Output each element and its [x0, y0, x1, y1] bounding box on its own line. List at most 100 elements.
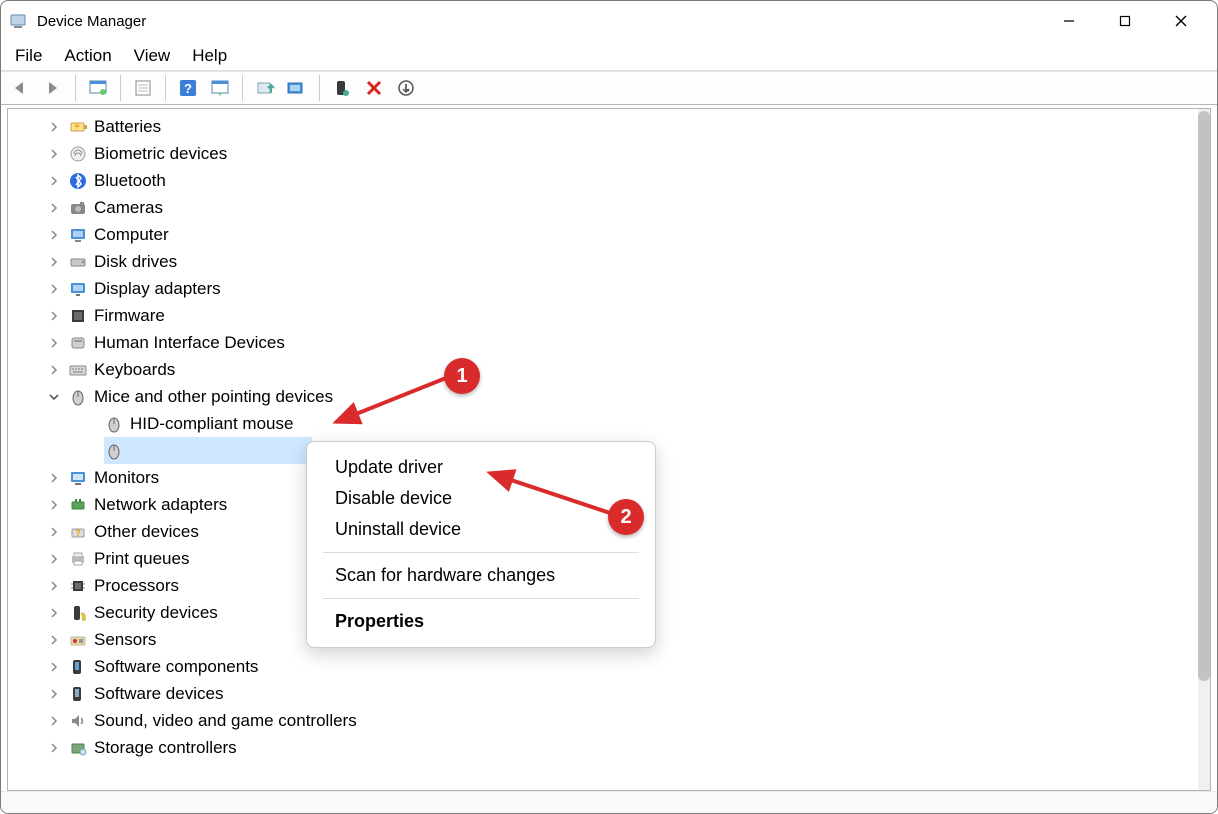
tree-child-item[interactable]: HID-compliant mouse	[8, 410, 1198, 437]
tree-item[interactable]: Cameras	[8, 194, 1198, 221]
chevron-right-icon[interactable]	[46, 524, 62, 540]
update-driver-button[interactable]	[251, 74, 279, 102]
titlebar: Device Manager	[1, 1, 1217, 41]
chevron-right-icon[interactable]	[46, 740, 62, 756]
chevron-right-icon[interactable]	[46, 497, 62, 513]
security-icon	[68, 603, 88, 623]
tree-item-label: Computer	[94, 221, 169, 248]
tree-item-label: Sound, video and game controllers	[94, 707, 357, 734]
swdev-icon	[68, 684, 88, 704]
chevron-right-icon[interactable]	[46, 308, 62, 324]
annotation-callout-2: 2	[608, 499, 644, 535]
help-button[interactable]: ?	[174, 74, 202, 102]
tree-item-label: Print queues	[94, 545, 189, 572]
close-button[interactable]	[1153, 1, 1209, 41]
show-hidden-button[interactable]	[84, 74, 112, 102]
tree-item-label: Keyboards	[94, 356, 175, 383]
options-button[interactable]	[206, 74, 234, 102]
toolbar-separator	[319, 75, 320, 101]
chevron-right-icon[interactable]	[46, 551, 62, 567]
camera-icon	[68, 198, 88, 218]
tree-item-label: Display adapters	[94, 275, 221, 302]
minimize-button[interactable]	[1041, 1, 1097, 41]
sound-icon	[68, 711, 88, 731]
chevron-right-icon[interactable]	[46, 605, 62, 621]
menubar: File Action View Help	[1, 41, 1217, 71]
chevron-right-icon[interactable]	[46, 578, 62, 594]
chevron-down-icon[interactable]	[46, 389, 62, 405]
tree-item[interactable]: Firmware	[8, 302, 1198, 329]
tree-item[interactable]: Bluetooth	[8, 167, 1198, 194]
tree-item-label: Sensors	[94, 626, 156, 653]
chevron-right-icon[interactable]	[46, 470, 62, 486]
tree-item-label: Batteries	[94, 113, 161, 140]
tree-item[interactable]: Software components	[8, 653, 1198, 680]
forward-button[interactable]	[39, 74, 67, 102]
properties-button[interactable]	[129, 74, 157, 102]
tree-item[interactable]: Mice and other pointing devices	[8, 383, 1198, 410]
chevron-right-icon[interactable]	[46, 173, 62, 189]
sensor-icon	[68, 630, 88, 650]
chevron-right-icon[interactable]	[46, 686, 62, 702]
svg-text:?: ?	[184, 81, 192, 96]
cm-scan-hardware[interactable]: Scan for hardware changes	[307, 560, 655, 591]
tree-item[interactable]: Computer	[8, 221, 1198, 248]
tree-pane: BatteriesBiometric devicesBluetoothCamer…	[7, 108, 1211, 791]
tree-child-label: HID-compliant mouse	[130, 410, 293, 437]
cm-separator	[323, 552, 639, 553]
cm-disable-device[interactable]: Disable device	[307, 483, 655, 514]
app-icon	[9, 12, 27, 30]
tree-item[interactable]: Disk drives	[8, 248, 1198, 275]
cm-separator	[323, 598, 639, 599]
scrollbar-thumb[interactable]	[1198, 111, 1210, 681]
menu-view[interactable]: View	[134, 46, 171, 66]
chevron-right-icon[interactable]	[46, 659, 62, 675]
cm-update-driver[interactable]: Update driver	[307, 452, 655, 483]
chevron-right-icon[interactable]	[46, 227, 62, 243]
back-button[interactable]	[7, 74, 35, 102]
menu-file[interactable]: File	[15, 46, 42, 66]
tree-item-label: Cameras	[94, 194, 163, 221]
storage-icon	[68, 738, 88, 758]
tree-item-label: Biometric devices	[94, 140, 227, 167]
tree-item-label: Security devices	[94, 599, 218, 626]
chevron-right-icon[interactable]	[46, 254, 62, 270]
tree-item[interactable]: Biometric devices	[8, 140, 1198, 167]
scan-hardware-button[interactable]	[283, 74, 311, 102]
chevron-right-icon[interactable]	[46, 281, 62, 297]
menu-action[interactable]: Action	[64, 46, 111, 66]
statusbar	[1, 791, 1217, 813]
chevron-right-icon[interactable]	[46, 713, 62, 729]
menu-help[interactable]: Help	[192, 46, 227, 66]
chevron-right-icon[interactable]	[46, 200, 62, 216]
chevron-right-icon[interactable]	[46, 119, 62, 135]
scrollbar[interactable]	[1198, 109, 1210, 790]
tree-item-label: Human Interface Devices	[94, 329, 285, 356]
cm-properties[interactable]: Properties	[307, 606, 655, 637]
tree-item-label: Software devices	[94, 680, 223, 707]
uninstall-device-button[interactable]	[360, 74, 388, 102]
window-controls	[1041, 1, 1209, 41]
tree-item[interactable]: Software devices	[8, 680, 1198, 707]
network-icon	[68, 495, 88, 515]
firmware-icon	[68, 306, 88, 326]
tree-item[interactable]: Human Interface Devices	[8, 329, 1198, 356]
tree-item[interactable]: Keyboards	[8, 356, 1198, 383]
chevron-right-icon[interactable]	[46, 335, 62, 351]
add-legacy-button[interactable]	[392, 74, 420, 102]
toolbar-separator	[75, 75, 76, 101]
chevron-right-icon[interactable]	[46, 146, 62, 162]
cm-uninstall-device[interactable]: Uninstall device	[307, 514, 655, 545]
tree-item-label: Network adapters	[94, 491, 227, 518]
tree-item[interactable]: Batteries	[8, 113, 1198, 140]
tree-item[interactable]: Sound, video and game controllers	[8, 707, 1198, 734]
computer-icon	[68, 225, 88, 245]
tree-item[interactable]: Storage controllers	[8, 734, 1198, 761]
tree-item[interactable]: Display adapters	[8, 275, 1198, 302]
monitor-icon	[68, 468, 88, 488]
chevron-right-icon[interactable]	[46, 632, 62, 648]
tree-item-label: Bluetooth	[94, 167, 166, 194]
enable-device-button[interactable]	[328, 74, 356, 102]
maximize-button[interactable]	[1097, 1, 1153, 41]
chevron-right-icon[interactable]	[46, 362, 62, 378]
